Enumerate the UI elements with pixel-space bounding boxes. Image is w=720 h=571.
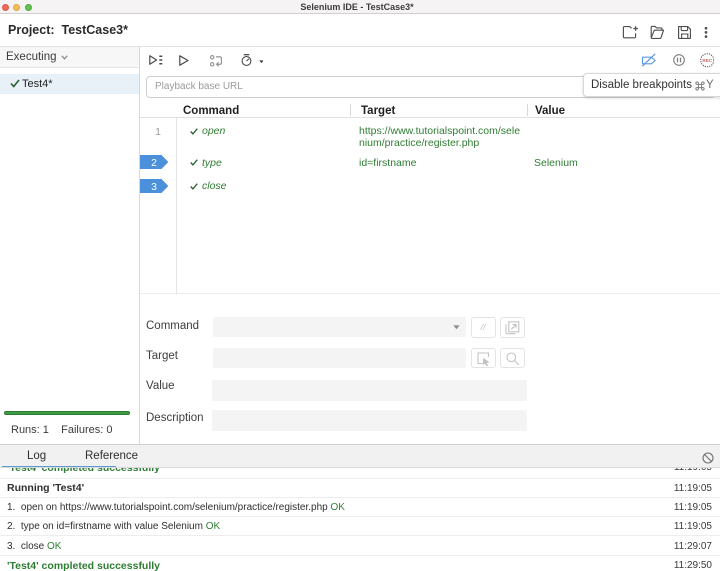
svg-text:3: 3 xyxy=(151,180,157,192)
svg-text:REC: REC xyxy=(702,58,712,63)
svg-text:2: 2 xyxy=(151,157,157,169)
